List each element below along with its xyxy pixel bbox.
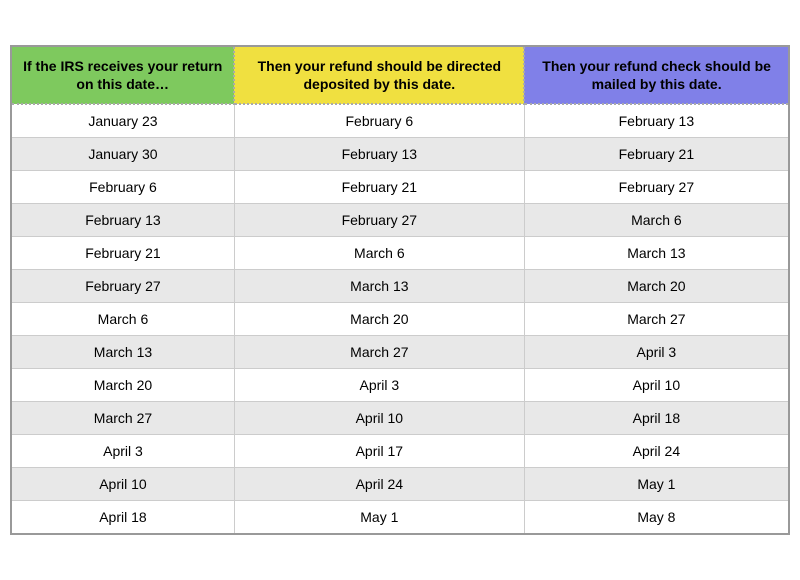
- cell-col3: February 27: [524, 171, 789, 204]
- cell-col2: May 1: [234, 501, 524, 535]
- cell-col1: March 6: [11, 303, 234, 336]
- cell-col2: March 20: [234, 303, 524, 336]
- cell-col1: January 23: [11, 104, 234, 138]
- table-row: April 10April 24May 1: [11, 468, 789, 501]
- irs-refund-table: If the IRS receives your return on this …: [10, 45, 790, 535]
- cell-col2: February 13: [234, 138, 524, 171]
- cell-col3: March 13: [524, 237, 789, 270]
- cell-col2: April 3: [234, 369, 524, 402]
- table-row: February 6February 21February 27: [11, 171, 789, 204]
- cell-col2: April 24: [234, 468, 524, 501]
- cell-col3: March 20: [524, 270, 789, 303]
- cell-col3: April 24: [524, 435, 789, 468]
- cell-col3: May 8: [524, 501, 789, 535]
- cell-col1: February 21: [11, 237, 234, 270]
- cell-col3: March 6: [524, 204, 789, 237]
- cell-col2: February 6: [234, 104, 524, 138]
- table-row: February 21March 6March 13: [11, 237, 789, 270]
- cell-col1: March 20: [11, 369, 234, 402]
- cell-col1: April 3: [11, 435, 234, 468]
- table-row: March 27April 10April 18: [11, 402, 789, 435]
- cell-col3: February 13: [524, 104, 789, 138]
- cell-col3: April 3: [524, 336, 789, 369]
- cell-col3: April 18: [524, 402, 789, 435]
- column-header-1: If the IRS receives your return on this …: [11, 46, 234, 104]
- cell-col1: April 10: [11, 468, 234, 501]
- cell-col1: April 18: [11, 501, 234, 535]
- table-row: March 13March 27April 3: [11, 336, 789, 369]
- table-row: March 20April 3April 10: [11, 369, 789, 402]
- cell-col2: April 10: [234, 402, 524, 435]
- cell-col2: April 17: [234, 435, 524, 468]
- table-row: January 23February 6February 13: [11, 104, 789, 138]
- table-row: February 27March 13March 20: [11, 270, 789, 303]
- cell-col2: March 27: [234, 336, 524, 369]
- table-row: February 13February 27March 6: [11, 204, 789, 237]
- table-row: January 30February 13February 21: [11, 138, 789, 171]
- cell-col3: March 27: [524, 303, 789, 336]
- cell-col2: February 21: [234, 171, 524, 204]
- cell-col3: May 1: [524, 468, 789, 501]
- cell-col1: March 13: [11, 336, 234, 369]
- cell-col2: February 27: [234, 204, 524, 237]
- table-row: March 6March 20March 27: [11, 303, 789, 336]
- cell-col3: February 21: [524, 138, 789, 171]
- column-header-2: Then your refund should be directed depo…: [234, 46, 524, 104]
- cell-col3: April 10: [524, 369, 789, 402]
- cell-col2: March 13: [234, 270, 524, 303]
- cell-col1: March 27: [11, 402, 234, 435]
- cell-col1: January 30: [11, 138, 234, 171]
- table-row: April 18May 1May 8: [11, 501, 789, 535]
- cell-col1: February 6: [11, 171, 234, 204]
- table-row: April 3April 17April 24: [11, 435, 789, 468]
- cell-col2: March 6: [234, 237, 524, 270]
- cell-col1: February 13: [11, 204, 234, 237]
- cell-col1: February 27: [11, 270, 234, 303]
- column-header-3: Then your refund check should be mailed …: [524, 46, 789, 104]
